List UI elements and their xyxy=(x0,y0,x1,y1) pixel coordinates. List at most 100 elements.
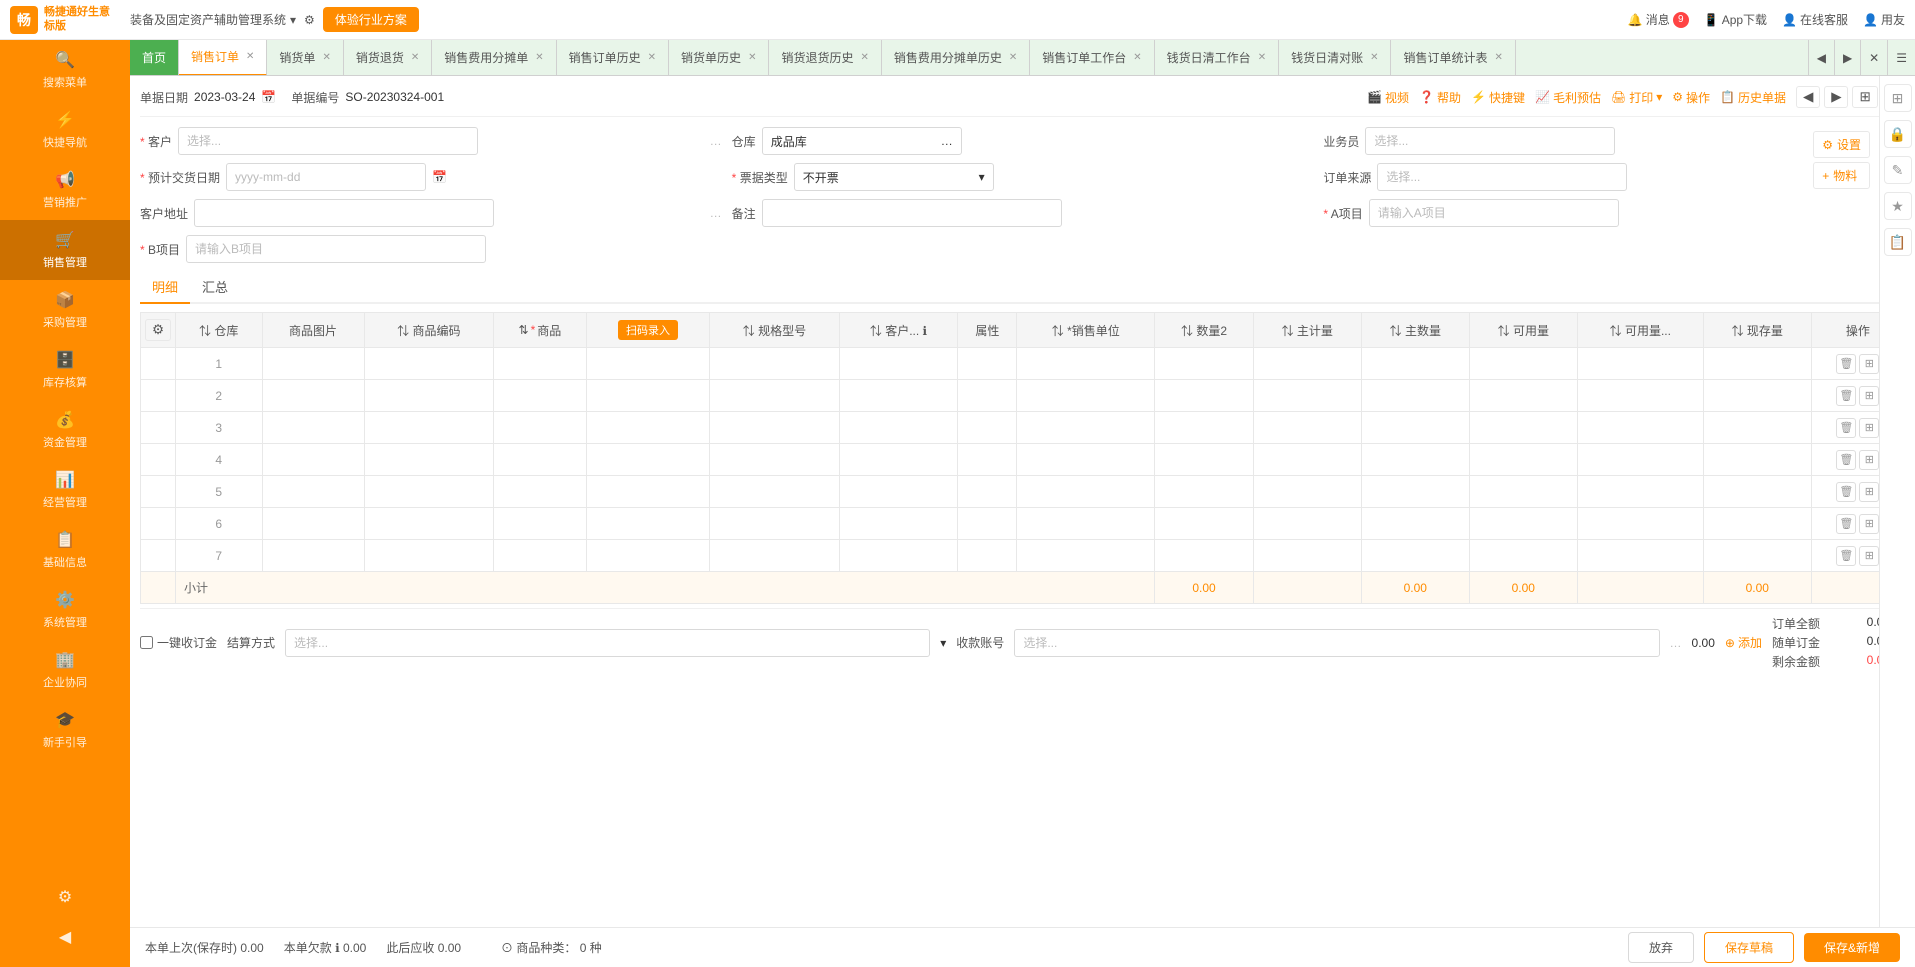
bank-account-input[interactable] xyxy=(1014,629,1659,657)
tab-close-sales-return[interactable]: ✕ xyxy=(322,52,330,63)
app-download-btn[interactable]: 📱 App下载 xyxy=(1704,11,1767,28)
shortcut-btn[interactable]: ⚡ 快捷键 xyxy=(1471,89,1525,106)
tab-home[interactable]: 首页 xyxy=(130,40,179,76)
video-btn[interactable]: 🎬 视频 xyxy=(1367,89,1409,106)
user-btn[interactable]: 👤 用友 xyxy=(1863,11,1905,28)
tab-close-cash-reconcile[interactable]: ✕ xyxy=(1370,52,1378,63)
tab-close-sales-stat[interactable]: ✕ xyxy=(1495,52,1503,63)
col-settings-btn[interactable]: ⚙ xyxy=(145,319,171,341)
sidebar-item-inventory[interactable]: 🗄️库存核算 xyxy=(0,340,130,400)
sidebar-item-finance[interactable]: 💰资金管理 xyxy=(0,400,130,460)
a-project-input[interactable] xyxy=(1369,199,1619,227)
save-draft-button[interactable]: 保存草稿 xyxy=(1704,932,1794,963)
row-delete-btn[interactable]: 🗑 xyxy=(1836,482,1856,502)
order-source-input[interactable] xyxy=(1377,163,1627,191)
row-copy-btn[interactable]: ⊞ xyxy=(1859,418,1879,438)
tab-sales-stat[interactable]: 销售订单统计表✕ xyxy=(1391,40,1515,76)
expand-btn[interactable]: ▶ xyxy=(1824,86,1848,108)
delivery-date-input[interactable] xyxy=(226,163,426,191)
row-delete-btn[interactable]: 🗑 xyxy=(1836,514,1856,534)
row-copy-btn[interactable]: ⊞ xyxy=(1859,354,1879,374)
float-add-btn[interactable]: + 物料 xyxy=(1813,162,1870,189)
invoice-type-select[interactable]: 不开票 ▾ xyxy=(794,163,994,191)
row-delete-btn[interactable]: 🗑 xyxy=(1836,450,1856,470)
add-btn[interactable]: ⊕ 添加 xyxy=(1725,634,1762,651)
rp-btn-4[interactable]: ★ xyxy=(1884,192,1912,220)
row-delete-btn[interactable]: 🗑 xyxy=(1836,546,1856,566)
tab-close-sales-expense[interactable]: ✕ xyxy=(535,52,543,63)
rp-btn-3[interactable]: ✎ xyxy=(1884,156,1912,184)
row-copy-btn[interactable]: ⊞ xyxy=(1859,386,1879,406)
rp-btn-2[interactable]: 🔒 xyxy=(1884,120,1912,148)
sidebar-item-enterprise[interactable]: 🏢企业协同 xyxy=(0,640,130,700)
tab-cash-clearing[interactable]: 钱货日清工作台✕ xyxy=(1155,40,1279,76)
sidebar-item-guide[interactable]: 🎓新手引导 xyxy=(0,700,130,760)
settings-icon[interactable]: ⚙ xyxy=(304,13,315,27)
tab-close-sales-return-history[interactable]: ✕ xyxy=(748,52,756,63)
payment-method-input[interactable] xyxy=(285,629,930,657)
tab-summary[interactable]: 汇总 xyxy=(190,271,240,304)
sidebar-item-sales[interactable]: 🛒销售管理 xyxy=(0,220,130,280)
sidebar-item-purchase[interactable]: 📦采购管理 xyxy=(0,280,130,340)
float-settings-btn[interactable]: ⚙ 设置 xyxy=(1813,131,1870,158)
help-btn[interactable]: ❓ 帮助 xyxy=(1419,89,1461,106)
operation-btn[interactable]: ⚙ 操作 xyxy=(1672,89,1710,106)
profit-btn[interactable]: 📈 毛利预估 xyxy=(1535,89,1601,106)
row-copy-btn[interactable]: ⊞ xyxy=(1859,546,1879,566)
row-delete-btn[interactable]: 🗑 xyxy=(1836,418,1856,438)
sidebar-item-collapse[interactable]: ◀ xyxy=(0,917,130,957)
tab-sales-history[interactable]: 销售订单历史✕ xyxy=(557,40,669,76)
row-copy-btn[interactable]: ⊞ xyxy=(1859,450,1879,470)
row-delete-btn[interactable]: 🗑 xyxy=(1836,386,1856,406)
calendar2-icon[interactable]: 📅 xyxy=(432,170,447,184)
tab-sales-refund[interactable]: 销货退货✕ xyxy=(344,40,432,76)
note-input[interactable] xyxy=(762,199,1062,227)
tab-sales-order[interactable]: 销售订单✕ xyxy=(179,40,267,76)
tab-close-sales-expense-history[interactable]: ✕ xyxy=(1009,52,1017,63)
tab-close-btn[interactable]: ✕ xyxy=(1860,40,1887,76)
scan-btn[interactable]: 扫码录入 xyxy=(618,320,678,340)
tab-sales-return-history[interactable]: 销货单历史✕ xyxy=(669,40,769,76)
tab-sales-expense-history[interactable]: 销售费用分摊单历史✕ xyxy=(882,40,1030,76)
quick-collect-check[interactable] xyxy=(140,636,153,649)
sidebar-item-basic[interactable]: 📋基础信息 xyxy=(0,520,130,580)
grid-btn[interactable]: ⊞ xyxy=(1852,86,1877,108)
tab-sales-expense[interactable]: 销售费用分摊单✕ xyxy=(432,40,556,76)
row-copy-btn[interactable]: ⊞ xyxy=(1859,482,1879,502)
system-dropdown[interactable]: 装备及固定资产辅助管理系统 ▾ xyxy=(130,11,296,28)
customer-input[interactable] xyxy=(178,127,478,155)
tab-menu-btn[interactable]: ☰ xyxy=(1887,40,1915,76)
sidebar-item-operations[interactable]: 📊经营管理 xyxy=(0,460,130,520)
tab-close-cash-clearing[interactable]: ✕ xyxy=(1258,52,1266,63)
sidebar-item-settings[interactable]: ⚙ xyxy=(0,877,130,917)
tab-sales-workbench[interactable]: 销售订单工作台✕ xyxy=(1030,40,1154,76)
row-copy-btn[interactable]: ⊞ xyxy=(1859,514,1879,534)
tab-sales-refund-history[interactable]: 销货退货历史✕ xyxy=(769,40,881,76)
b-project-input[interactable] xyxy=(186,235,486,263)
calendar-icon[interactable]: 📅 xyxy=(261,90,276,104)
tab-sales-return[interactable]: 销货单✕ xyxy=(267,40,343,76)
notice-btn[interactable]: 🔔 消息 9 xyxy=(1628,11,1689,28)
tab-close-sales-refund[interactable]: ✕ xyxy=(411,52,419,63)
sidebar-item-search[interactable]: 🔍搜索菜单 xyxy=(0,40,130,100)
rp-btn-1[interactable]: ⊞ xyxy=(1884,84,1912,112)
history-btn[interactable]: 📋 历史单据 xyxy=(1720,89,1786,106)
address-input[interactable] xyxy=(194,199,494,227)
save-new-button[interactable]: 保存&新增 xyxy=(1804,933,1900,962)
industry-btn[interactable]: 体验行业方案 xyxy=(323,7,419,32)
tab-close-sales-workbench[interactable]: ✕ xyxy=(1133,52,1141,63)
tab-close-sales-history[interactable]: ✕ xyxy=(648,52,656,63)
sidebar-item-system[interactable]: ⚙️系统管理 xyxy=(0,580,130,640)
online-service-btn[interactable]: 👤 在线客服 xyxy=(1782,11,1848,28)
discard-button[interactable]: 放弃 xyxy=(1628,932,1694,963)
tab-next-btn[interactable]: ▶ xyxy=(1834,40,1860,76)
row-delete-btn[interactable]: 🗑 xyxy=(1836,354,1856,374)
tab-detail[interactable]: 明细 xyxy=(140,271,190,304)
tab-cash-reconcile[interactable]: 钱货日清对账✕ xyxy=(1279,40,1391,76)
sidebar-item-marketing[interactable]: 📢营销推广 xyxy=(0,160,130,220)
tab-prev-btn[interactable]: ◀ xyxy=(1808,40,1834,76)
view-settings-btn[interactable]: ◀ xyxy=(1796,86,1820,108)
quick-collect-checkbox[interactable]: 一键收订金 xyxy=(140,634,217,651)
tab-close-sales-refund-history[interactable]: ✕ xyxy=(860,52,868,63)
warehouse-select[interactable]: 成品库 … xyxy=(762,127,962,155)
